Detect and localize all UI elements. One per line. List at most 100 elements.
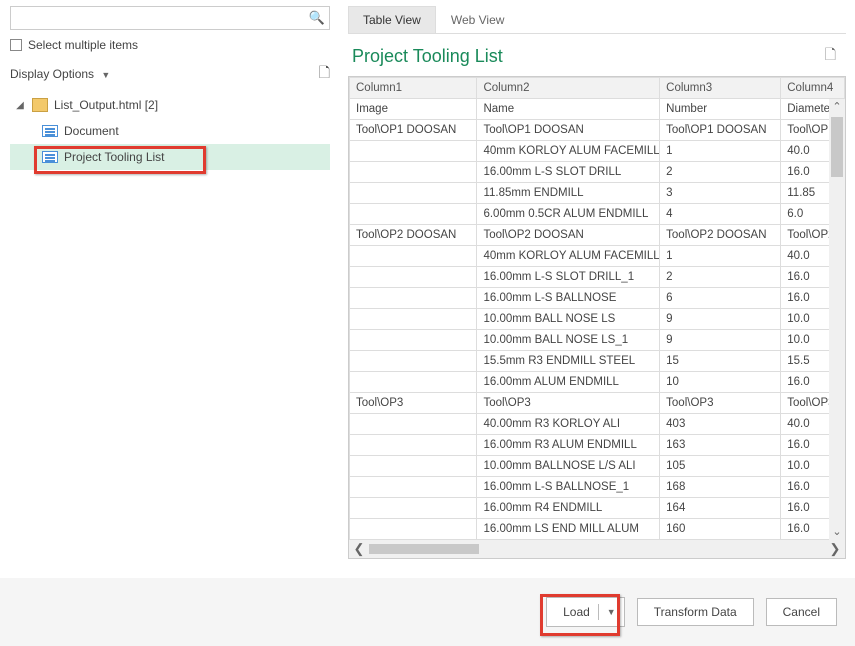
table-cell (350, 414, 477, 435)
table-cell (350, 330, 477, 351)
checkbox-icon[interactable] (10, 39, 22, 51)
load-button[interactable]: Load ▼ (546, 597, 625, 627)
table-cell: 10.00mm BALLNOSE L/S ALI (477, 456, 660, 477)
table-cell (350, 351, 477, 372)
table-cell (350, 456, 477, 477)
table-cell: 10 (660, 372, 781, 393)
display-options-dropdown[interactable]: Display Options ▼ (10, 67, 110, 81)
tree-item-project-tooling-list[interactable]: Project Tooling List (10, 144, 330, 170)
table-row[interactable]: Tool\OP1 DOOSANTool\OP1 DOOSANTool\OP1 D… (350, 120, 845, 141)
table-cell: 403 (660, 414, 781, 435)
table-row[interactable]: 16.00mm R4 ENDMILL16416.0 (350, 498, 845, 519)
search-icon[interactable]: 🔍 (309, 10, 325, 26)
tree-item-label: Document (64, 124, 119, 138)
table-cell: Image (350, 99, 477, 120)
tab-web-view[interactable]: Web View (436, 6, 520, 33)
scroll-thumb[interactable] (369, 544, 479, 554)
table-cell: 164 (660, 498, 781, 519)
table-row[interactable]: 40mm KORLOY ALUM FACEMILL140.0 (350, 141, 845, 162)
navigator-tree: ◢ List_Output.html [2] Document Project … (10, 92, 330, 170)
refresh-icon[interactable]: 🗋 (319, 62, 330, 86)
table-row[interactable]: 11.85mm ENDMILL311.85 (350, 183, 845, 204)
search-box[interactable]: 🔍 (10, 6, 330, 30)
table-row[interactable]: 16.00mm ALUM ENDMILL1016.0 (350, 372, 845, 393)
chevron-down-icon[interactable]: ▼ (607, 607, 616, 617)
table-row[interactable]: 40.00mm R3 KORLOY ALI40340.0 (350, 414, 845, 435)
tree-item-document[interactable]: Document (10, 118, 330, 144)
scroll-down-icon[interactable]: ⌄ (829, 524, 845, 540)
table-cell (350, 309, 477, 330)
column-header[interactable]: Column4 (781, 78, 845, 99)
vertical-scrollbar[interactable]: ⌃ ⌄ (829, 99, 845, 540)
data-table: Column1 Column2 Column3 Column4 ImageNam… (349, 77, 845, 540)
tab-table-view[interactable]: Table View (348, 6, 436, 33)
table-cell: 163 (660, 435, 781, 456)
transform-data-button[interactable]: Transform Data (637, 598, 754, 626)
table-cell: 40.00mm R3 KORLOY ALI (477, 414, 660, 435)
scroll-right-icon[interactable]: ❯ (827, 541, 843, 557)
table-row[interactable]: 6.00mm 0.5CR ALUM ENDMILL46.0 (350, 204, 845, 225)
scroll-left-icon[interactable]: ❮ (351, 541, 367, 557)
table-cell: 16.00mm R3 ALUM ENDMILL (477, 435, 660, 456)
column-header[interactable]: Column1 (350, 78, 477, 99)
column-header[interactable]: Column2 (477, 78, 660, 99)
table-cell: 16.00mm LS END MILL ALUM (477, 519, 660, 540)
table-icon (42, 125, 58, 137)
table-cell: 16.00mm L-S SLOT DRILL_1 (477, 267, 660, 288)
table-row[interactable]: ImageNameNumberDiameter (350, 99, 845, 120)
cancel-button[interactable]: Cancel (766, 598, 837, 626)
table-cell: 10.00mm BALL NOSE LS (477, 309, 660, 330)
search-input[interactable] (11, 7, 329, 29)
table-row[interactable]: 16.00mm L-S SLOT DRILL_1216.0 (350, 267, 845, 288)
table-cell (350, 372, 477, 393)
table-row[interactable]: 10.00mm BALL NOSE LS910.0 (350, 309, 845, 330)
table-cell (350, 435, 477, 456)
table-row[interactable]: 15.5mm R3 ENDMILL STEEL1515.5 (350, 351, 845, 372)
chevron-down-icon: ▼ (101, 70, 110, 80)
table-cell: 4 (660, 204, 781, 225)
options-icon[interactable]: 🗋 (825, 44, 836, 68)
table-cell: Tool\OP2 DOOSAN (350, 225, 477, 246)
select-multiple-items[interactable]: Select multiple items (10, 38, 330, 52)
table-row[interactable]: Tool\OP3Tool\OP3Tool\OP3Tool\OP3 (350, 393, 845, 414)
footer-bar: Load ▼ Transform Data Cancel (0, 578, 855, 646)
table-cell: 6 (660, 288, 781, 309)
tree-root-item[interactable]: ◢ List_Output.html [2] (10, 92, 330, 118)
preview-title: Project Tooling List (352, 46, 503, 67)
table-cell (350, 162, 477, 183)
table-row[interactable]: 40mm KORLOY ALUM FACEMILL_1140.0 (350, 246, 845, 267)
horizontal-scrollbar[interactable]: ❮ ❯ (349, 540, 845, 558)
table-row[interactable]: 16.00mm R3 ALUM ENDMILL16316.0 (350, 435, 845, 456)
table-row[interactable]: 10.00mm BALLNOSE L/S ALI10510.0 (350, 456, 845, 477)
table-cell: 9 (660, 330, 781, 351)
table-cell: 40mm KORLOY ALUM FACEMILL (477, 141, 660, 162)
table-cell (350, 246, 477, 267)
view-tabs: Table View Web View (348, 6, 846, 34)
table-cell: Tool\OP1 DOOSAN (350, 120, 477, 141)
table-cell: Tool\OP3 (660, 393, 781, 414)
column-header[interactable]: Column3 (660, 78, 781, 99)
table-cell: 168 (660, 477, 781, 498)
table-row[interactable]: 16.00mm L-S BALLNOSE_116816.0 (350, 477, 845, 498)
tree-item-label: Project Tooling List (64, 150, 165, 164)
select-multiple-label: Select multiple items (28, 38, 138, 52)
table-row[interactable]: 16.00mm LS END MILL ALUM16016.0 (350, 519, 845, 540)
table-cell: 10.00mm BALL NOSE LS_1 (477, 330, 660, 351)
table-cell: 2 (660, 162, 781, 183)
table-cell: 3 (660, 183, 781, 204)
table-cell: 9 (660, 309, 781, 330)
table-row[interactable]: 10.00mm BALL NOSE LS_1910.0 (350, 330, 845, 351)
table-cell: Tool\OP2 DOOSAN (660, 225, 781, 246)
table-cell: 6.00mm 0.5CR ALUM ENDMILL (477, 204, 660, 225)
table-row[interactable]: Tool\OP2 DOOSANTool\OP2 DOOSANTool\OP2 D… (350, 225, 845, 246)
scroll-up-icon[interactable]: ⌃ (829, 99, 845, 115)
table-row[interactable]: 16.00mm L-S BALLNOSE616.0 (350, 288, 845, 309)
table-header-row: Column1 Column2 Column3 Column4 (350, 78, 845, 99)
collapse-icon[interactable]: ◢ (14, 100, 26, 111)
table-cell: 15.5mm R3 ENDMILL STEEL (477, 351, 660, 372)
tree-item-label: List_Output.html [2] (54, 98, 158, 112)
table-row[interactable]: 16.00mm L-S SLOT DRILL216.0 (350, 162, 845, 183)
table-cell: 1 (660, 141, 781, 162)
scroll-thumb[interactable] (831, 117, 843, 177)
table-cell (350, 288, 477, 309)
